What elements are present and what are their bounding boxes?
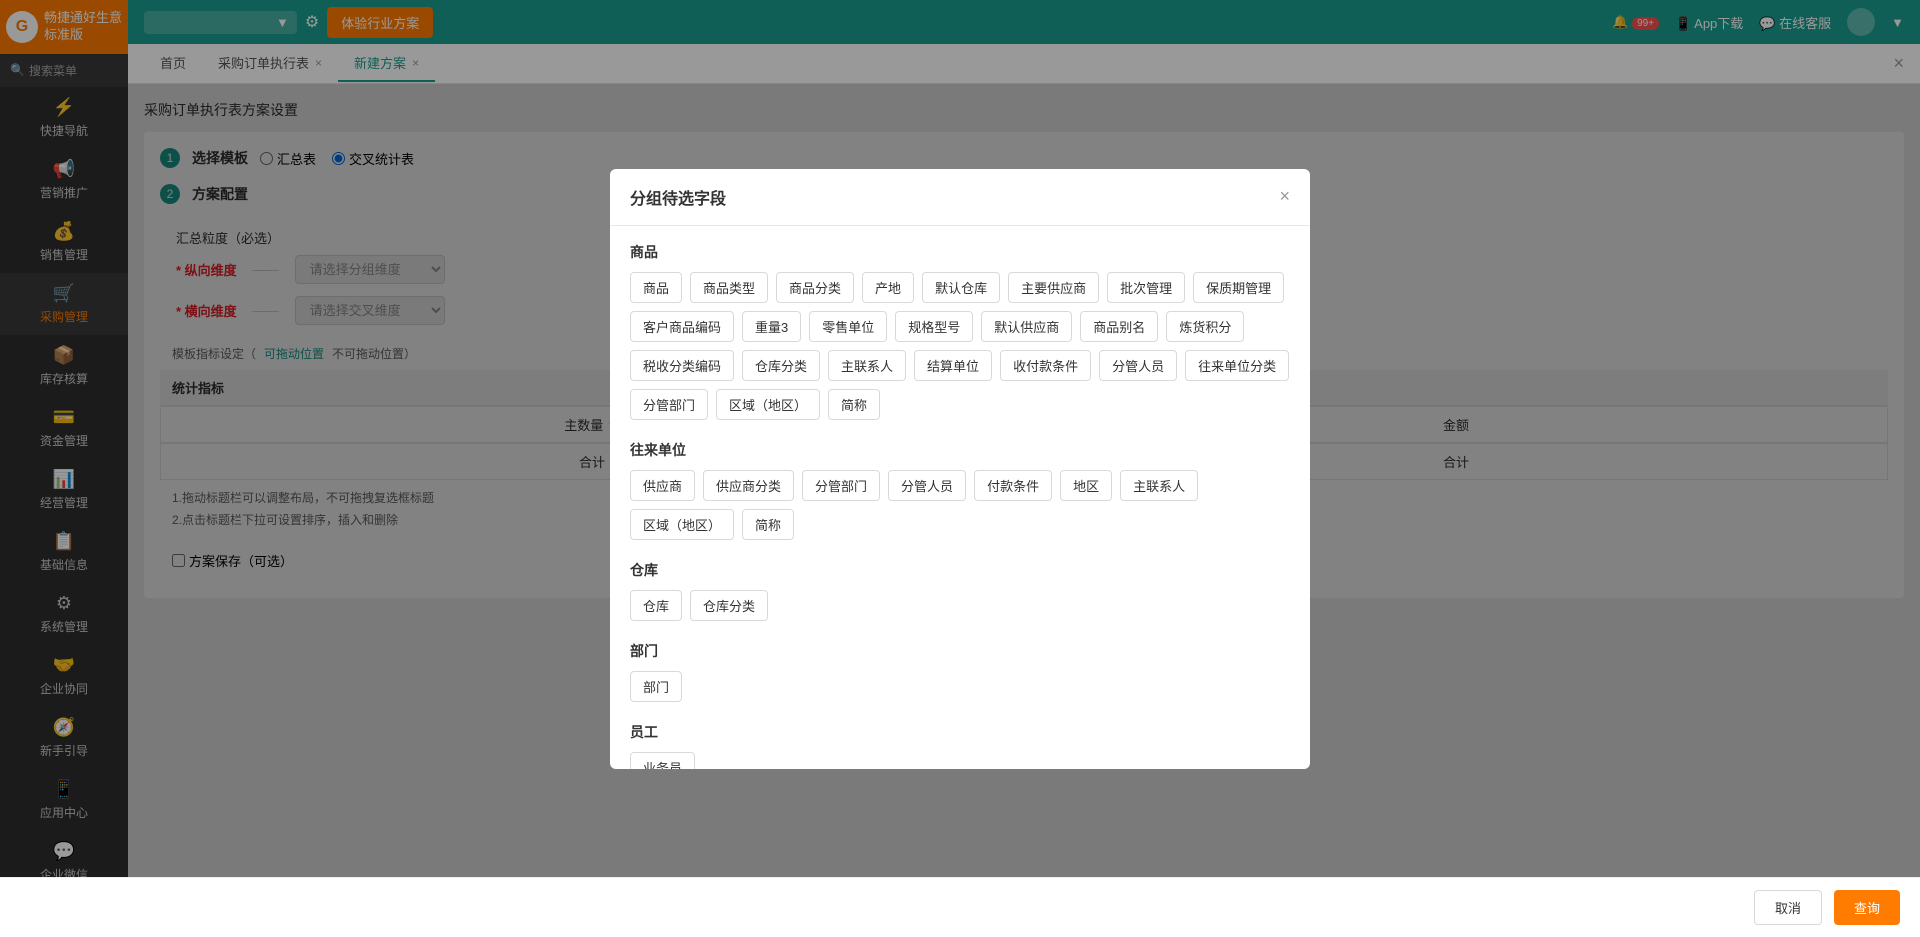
section-employee: 员工 业务员 <box>630 722 1290 769</box>
partner-field-grid: 供应商供应商分类分管部门分管人员付款条件地区主联系人区域（地区） 简称 <box>630 470 1290 540</box>
field-tag-保质期管理[interactable]: 保质期管理 <box>1193 272 1284 303</box>
field-tag-供应商[interactable]: 供应商 <box>630 470 695 501</box>
field-tag-仓库分类[interactable]: 仓库分类 <box>690 590 768 621</box>
modal-title: 分组待选字段 <box>630 185 726 209</box>
modal-overlay: 分组待选字段 × 商品 商品商品类型商品分类产地默认仓库主要供应商批次管理保质期… <box>0 0 1920 937</box>
section-dept-title: 部门 <box>630 641 1290 661</box>
field-tag-地区[interactable]: 地区 <box>1060 470 1112 501</box>
field-tag-商品别名[interactable]: 商品别名 <box>1080 311 1158 342</box>
employee-field-grid: 业务员 <box>630 752 1290 769</box>
field-tag-批次管理[interactable]: 批次管理 <box>1107 272 1185 303</box>
field-tag-商品[interactable]: 商品 <box>630 272 682 303</box>
section-partner: 往来单位 供应商供应商分类分管部门分管人员付款条件地区主联系人区域（地区） 简称 <box>630 440 1290 540</box>
field-tag-付款条件[interactable]: 付款条件 <box>974 470 1052 501</box>
section-goods-title: 商品 <box>630 242 1290 262</box>
field-tag-主要供应商[interactable]: 主要供应商 <box>1008 272 1099 303</box>
field-tag-仓库[interactable]: 仓库 <box>630 590 682 621</box>
field-tag-产地[interactable]: 产地 <box>862 272 914 303</box>
section-warehouse-title: 仓库 <box>630 560 1290 580</box>
goods-field-grid: 商品商品类型商品分类产地默认仓库主要供应商批次管理保质期管理客户商品编码重量3 零… <box>630 272 1290 420</box>
modal-header: 分组待选字段 × <box>610 169 1310 226</box>
field-tag-分管人员[interactable]: 分管人员 <box>888 470 966 501</box>
field-tag-分管部门[interactable]: 分管部门 <box>630 389 708 420</box>
field-tag-结算单位[interactable]: 结算单位 <box>914 350 992 381</box>
field-tag-分管部门[interactable]: 分管部门 <box>802 470 880 501</box>
field-tag-仓库分类[interactable]: 仓库分类 <box>742 350 820 381</box>
field-tag-炼货积分[interactable]: 炼货积分 <box>1166 311 1244 342</box>
field-tag-往来单位分类[interactable]: 往来单位分类 <box>1185 350 1289 381</box>
field-tag-简称[interactable]: 简称 <box>742 509 794 540</box>
field-tag-商品类型[interactable]: 商品类型 <box>690 272 768 303</box>
section-department: 部门 部门 <box>630 641 1290 702</box>
field-tag-区域（地区）[interactable]: 区域（地区） <box>716 389 820 420</box>
field-select-modal: 分组待选字段 × 商品 商品商品类型商品分类产地默认仓库主要供应商批次管理保质期… <box>610 169 1310 769</box>
warehouse-field-grid: 仓库仓库分类 <box>630 590 1290 621</box>
confirm-button[interactable]: 查询 <box>1834 890 1900 925</box>
field-tag-部门[interactable]: 部门 <box>630 671 682 702</box>
field-tag-重量3[interactable]: 重量3 <box>742 311 801 342</box>
field-tag-默认仓库[interactable]: 默认仓库 <box>922 272 1000 303</box>
field-tag-业务员[interactable]: 业务员 <box>630 752 695 769</box>
field-tag-默认供应商[interactable]: 默认供应商 <box>981 311 1072 342</box>
field-tag-主联系人[interactable]: 主联系人 <box>1120 470 1198 501</box>
field-tag-主联系人[interactable]: 主联系人 <box>828 350 906 381</box>
section-employee-title: 员工 <box>630 722 1290 742</box>
section-goods: 商品 商品商品类型商品分类产地默认仓库主要供应商批次管理保质期管理客户商品编码重… <box>630 242 1290 420</box>
field-tag-供应商分类[interactable]: 供应商分类 <box>703 470 794 501</box>
field-tag-商品分类[interactable]: 商品分类 <box>776 272 854 303</box>
modal-body[interactable]: 商品 商品商品类型商品分类产地默认仓库主要供应商批次管理保质期管理客户商品编码重… <box>610 226 1310 769</box>
field-tag-客户商品编码[interactable]: 客户商品编码 <box>630 311 734 342</box>
section-partner-title: 往来单位 <box>630 440 1290 460</box>
field-tag-分管人员[interactable]: 分管人员 <box>1099 350 1177 381</box>
cancel-button[interactable]: 取消 <box>1754 890 1822 925</box>
field-tag-简称[interactable]: 简称 <box>828 389 880 420</box>
field-tag-区域（地区）[interactable]: 区域（地区） <box>630 509 734 540</box>
field-tag-规格型号[interactable]: 规格型号 <box>895 311 973 342</box>
modal-close-button[interactable]: × <box>1279 186 1290 207</box>
section-warehouse: 仓库 仓库仓库分类 <box>630 560 1290 621</box>
dept-field-grid: 部门 <box>630 671 1290 702</box>
field-tag-零售单位[interactable]: 零售单位 <box>809 311 887 342</box>
field-tag-收付款条件[interactable]: 收付款条件 <box>1000 350 1091 381</box>
page-footer: 取消 查询 <box>0 877 1920 937</box>
field-tag-税收分类编码[interactable]: 税收分类编码 <box>630 350 734 381</box>
